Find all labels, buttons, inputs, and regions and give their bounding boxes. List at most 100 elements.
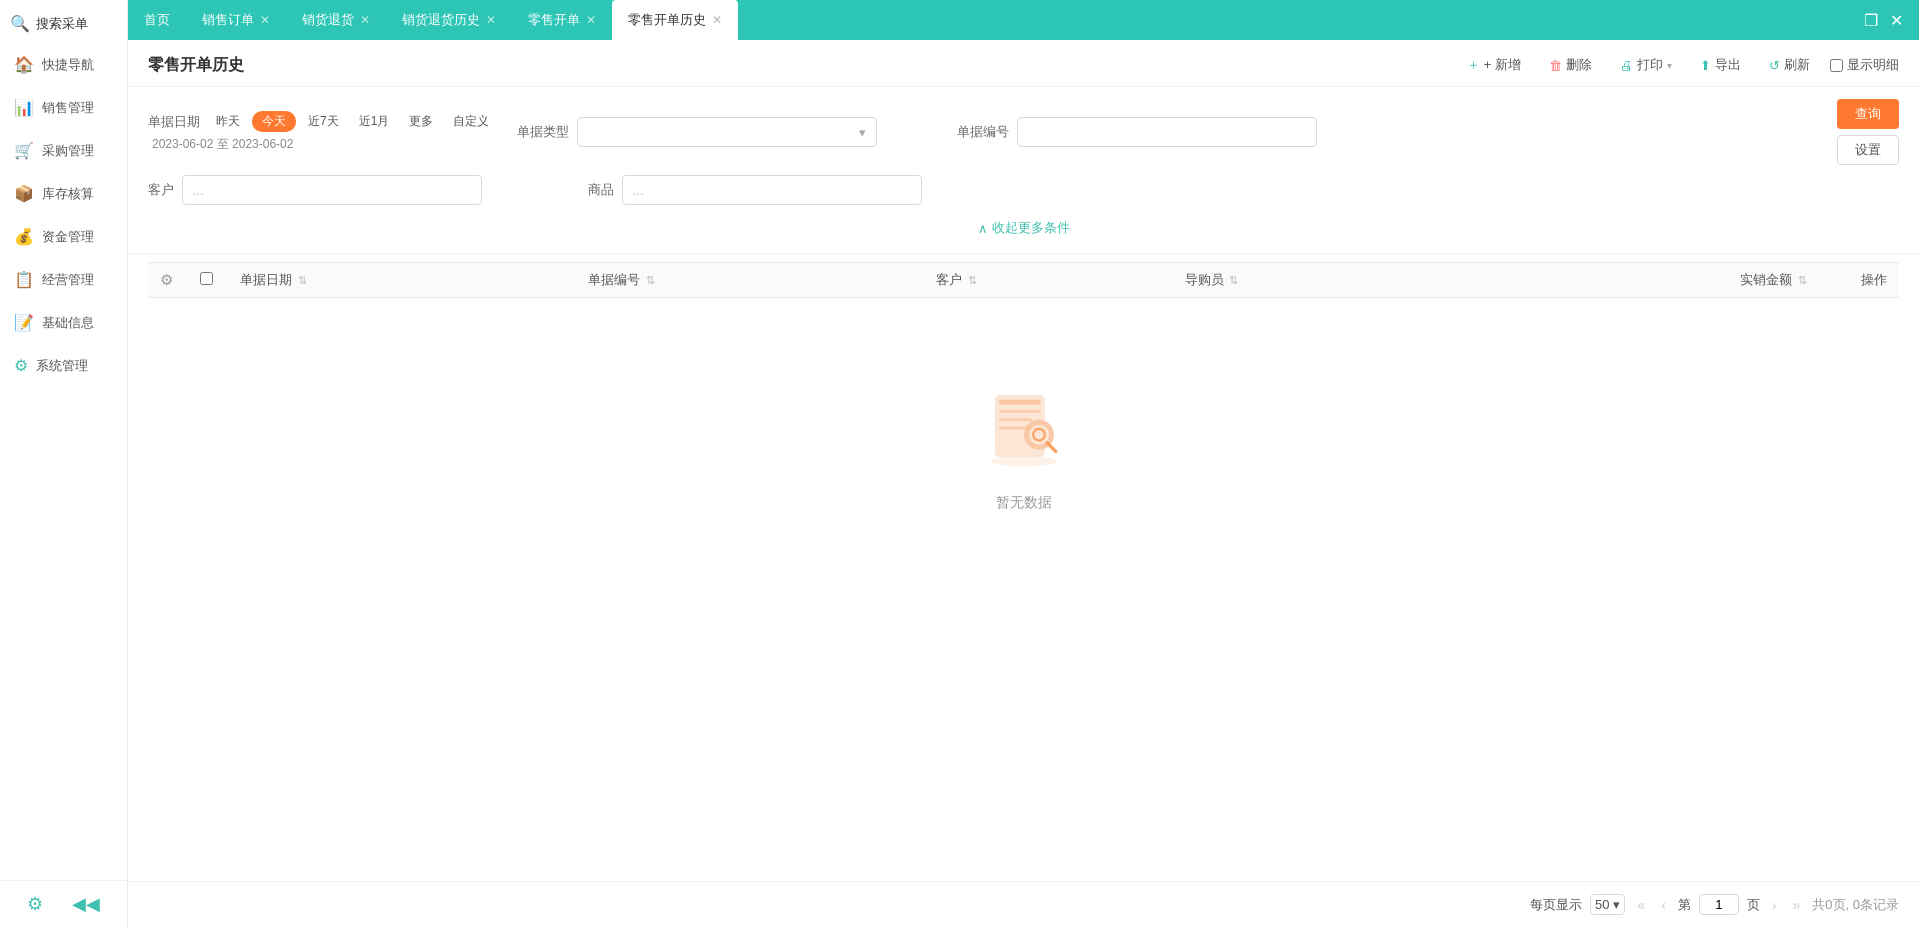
tab-retail-open-history[interactable]: 零售开单历史 ✕ <box>612 0 738 40</box>
sidebar-search-label: 搜索采单 <box>36 15 88 33</box>
sidebar-item-operation[interactable]: 📋 经营管理 <box>0 258 127 301</box>
th-action: 操作 <box>1819 263 1899 298</box>
th-amount: 实销金额 ⇅ <box>1471 263 1819 298</box>
show-detail-label: 显示明细 <box>1847 56 1899 74</box>
data-table: ⚙ 单据日期 ⇅ 单据编号 ⇅ <box>148 262 1899 552</box>
sidebar-item-sys-mgmt[interactable]: ⚙ 系统管理 <box>0 344 127 387</box>
query-button[interactable]: 查询 <box>1837 99 1899 129</box>
delete-button[interactable]: 🗑 删除 <box>1541 52 1600 78</box>
add-button[interactable]: ＋ + 新增 <box>1459 52 1529 78</box>
window-close-icon[interactable]: ✕ <box>1890 11 1903 30</box>
customer-label: 客户 <box>148 181 174 199</box>
sort-customer-icon[interactable]: ⇅ <box>968 274 977 286</box>
window-restore-icon[interactable]: ❐ <box>1864 11 1878 30</box>
doc-type-chevron-icon: ▾ <box>859 125 866 140</box>
select-all-checkbox[interactable] <box>200 272 213 285</box>
th-salesperson-label: 导购员 <box>1185 272 1224 287</box>
table-settings-icon[interactable]: ⚙ <box>160 271 173 288</box>
refresh-label: 刷新 <box>1784 56 1810 74</box>
operation-icon: 📋 <box>14 270 34 289</box>
tab-home[interactable]: 首页 <box>128 0 186 40</box>
svg-point-0 <box>990 456 1057 466</box>
per-page-select[interactable]: 50 ▾ <box>1590 894 1625 915</box>
date-btn-7days[interactable]: 近7天 <box>300 111 347 132</box>
tab-retail-open-history-close[interactable]: ✕ <box>712 13 722 27</box>
svg-rect-3 <box>999 410 1041 413</box>
sidebar-item-basic-info[interactable]: 📝 基础信息 <box>0 301 127 344</box>
collapse-filter-button[interactable]: ∧ 收起更多条件 <box>978 215 1070 241</box>
date-btn-today[interactable]: 今天 <box>252 111 296 132</box>
per-page-chevron-icon: ▾ <box>1613 897 1620 912</box>
sort-date-icon[interactable]: ⇅ <box>298 274 307 286</box>
settings-footer-icon[interactable]: ⚙ <box>27 893 43 915</box>
filter-docno-group: 单据编号 <box>957 117 1337 147</box>
page-header: 零售开单历史 ＋ + 新增 🗑 删除 🖨 打印 ▾ ⬆ 导出 <box>128 40 1919 87</box>
filter-row-2: 客户 ... 商品 ... <box>148 175 1899 205</box>
sidebar-item-label: 系统管理 <box>36 357 88 375</box>
empty-illustration <box>974 378 1074 478</box>
page-first-button[interactable]: « <box>1633 895 1649 915</box>
main-area: 首页 销售订单 ✕ 销货退货 ✕ 销货退货历史 ✕ 零售开单 ✕ 零售开单历史 … <box>128 0 1919 927</box>
sidebar-item-label: 销售管理 <box>42 99 94 117</box>
search-icon: 🔍 <box>10 14 30 33</box>
print-icon: 🖨 <box>1620 58 1633 73</box>
sidebar-item-label: 快捷导航 <box>42 56 94 74</box>
sidebar-item-quick-nav[interactable]: 🏠 快捷导航 <box>0 43 127 86</box>
add-icon: ＋ <box>1467 56 1480 74</box>
th-amount-label: 实销金额 <box>1740 272 1792 287</box>
sort-number-icon[interactable]: ⇅ <box>646 274 655 286</box>
doc-no-input[interactable] <box>1017 117 1317 147</box>
date-range-text: 2023-06-02 至 2023-06-02 <box>152 136 293 153</box>
tab-retail-open-history-label: 零售开单历史 <box>628 11 706 29</box>
collapse-sidebar-icon[interactable]: ◀◀ <box>72 893 100 915</box>
page-last-button[interactable]: » <box>1789 895 1805 915</box>
th-salesperson: 导购员 ⇅ <box>1173 263 1471 298</box>
doc-type-label: 单据类型 <box>517 123 569 141</box>
tab-retail-open[interactable]: 零售开单 ✕ <box>512 0 612 40</box>
th-customer: 客户 ⇅ <box>924 263 1172 298</box>
sidebar-item-label: 资金管理 <box>42 228 94 246</box>
per-page-label: 每页显示 <box>1530 896 1582 914</box>
page-number-input[interactable] <box>1699 894 1739 915</box>
tab-sales-return-history-close[interactable]: ✕ <box>486 13 496 27</box>
setting-button[interactable]: 设置 <box>1837 135 1899 165</box>
print-button[interactable]: 🖨 打印 ▾ <box>1612 52 1680 78</box>
sidebar-item-sales-mgmt[interactable]: 📊 销售管理 <box>0 86 127 129</box>
pagination-total: 共0页, 0条记录 <box>1812 896 1899 914</box>
tab-sales-order[interactable]: 销售订单 ✕ <box>186 0 286 40</box>
show-detail-toggle[interactable]: 显示明细 <box>1830 56 1899 74</box>
sidebar-search[interactable]: 🔍 搜索采单 <box>0 0 127 43</box>
sort-salesperson-icon[interactable]: ⇅ <box>1229 274 1238 286</box>
date-btn-1month[interactable]: 近1月 <box>351 111 398 132</box>
show-detail-checkbox[interactable] <box>1830 59 1843 72</box>
date-btn-custom[interactable]: 自定义 <box>445 111 497 132</box>
sidebar-item-label: 库存核算 <box>42 185 94 203</box>
tab-sales-return-history[interactable]: 销货退货历史 ✕ <box>386 0 512 40</box>
date-btn-yesterday[interactable]: 昨天 <box>208 111 248 132</box>
tab-retail-open-close[interactable]: ✕ <box>586 13 596 27</box>
refresh-button[interactable]: ↺ 刷新 <box>1761 52 1818 78</box>
tab-sales-return-close[interactable]: ✕ <box>360 13 370 27</box>
page-prev-button[interactable]: ‹ <box>1657 895 1670 915</box>
doc-type-select[interactable]: ▾ <box>577 117 877 147</box>
sidebar-item-purchase-mgmt[interactable]: 🛒 采购管理 <box>0 129 127 172</box>
export-label: 导出 <box>1715 56 1741 74</box>
sys-icon: ⚙ <box>14 356 28 375</box>
pagination: 每页显示 50 ▾ « ‹ 第 页 › » 共0页, 0条记录 <box>128 881 1919 927</box>
sort-amount-icon[interactable]: ⇅ <box>1798 274 1807 286</box>
goods-select[interactable]: ... <box>622 175 922 205</box>
export-button[interactable]: ⬆ 导出 <box>1692 52 1749 78</box>
tab-sales-return[interactable]: 销货退货 ✕ <box>286 0 386 40</box>
sidebar-item-finance[interactable]: 💰 资金管理 <box>0 215 127 258</box>
date-btn-more[interactable]: 更多 <box>401 111 441 132</box>
sales-icon: 📊 <box>14 98 34 117</box>
customer-select[interactable]: ... <box>182 175 482 205</box>
page-next-button[interactable]: › <box>1768 895 1781 915</box>
add-label: + 新增 <box>1484 56 1521 74</box>
refresh-icon: ↺ <box>1769 58 1780 73</box>
sidebar-item-inventory[interactable]: 📦 库存核算 <box>0 172 127 215</box>
filter-date-group: 单据日期 昨天 今天 近7天 近1月 更多 自定义 2023-06-02 至 2… <box>148 111 497 153</box>
tab-sales-return-history-label: 销货退货历史 <box>402 11 480 29</box>
tab-sales-order-close[interactable]: ✕ <box>260 13 270 27</box>
tab-home-label: 首页 <box>144 11 170 29</box>
